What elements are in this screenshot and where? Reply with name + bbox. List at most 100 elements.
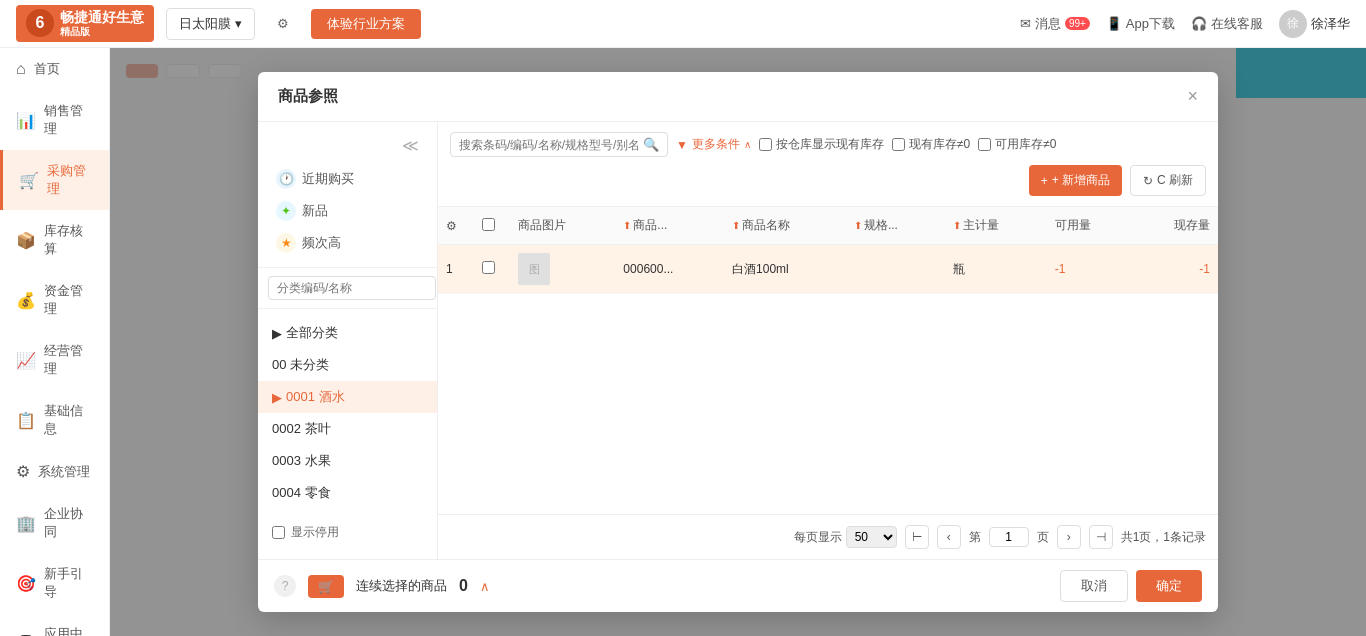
collapse-panel-button[interactable]: ≪ [394,132,427,159]
sidebar-item-system[interactable]: ⚙ 系统管理 [0,450,109,493]
sidebar-item-finance[interactable]: 💰 资金管理 [0,270,109,330]
category-cat0004[interactable]: 0004 零食 [258,477,437,509]
per-page-select[interactable]: 50 100 200 [846,526,897,548]
available-stock-checkbox[interactable] [978,138,991,151]
modal-footer: ? 🛒 连续选择的商品 0 ∧ 取消 确定 [258,559,1218,612]
category-cat0001[interactable]: ▶ 0001 酒水 [258,381,437,413]
brand-text: 畅捷通好生意 精品版 [60,9,144,38]
search-icon[interactable]: 🔍 [643,137,659,152]
quick-filter-frequent[interactable]: ★ 频次高 [268,227,427,259]
sidebar-label-enterprise: 企业协同 [44,505,93,541]
quick-filter-recent[interactable]: 🕐 近期购买 [268,163,427,195]
category-cat0005[interactable]: 0005 饮料 [258,509,437,516]
sidebar-item-guide[interactable]: 🎯 新手引导 [0,553,109,613]
last-page-button[interactable]: ⊣ [1089,525,1113,549]
nav-right: ✉ 消息 99+ 📱 App下载 🎧 在线客服 徐 徐泽华 [1020,10,1350,38]
modal-body: ≪ 🕐 近期购买 ✦ 新品 ★ 频次高 [258,122,1218,559]
cat0001-label: 0001 酒水 [286,388,345,406]
available-stock-label: 可用库存≠0 [995,136,1056,153]
table-body: 1 图 000600... [438,245,1218,294]
sidebar-label-guide: 新手引导 [44,565,93,601]
th-code[interactable]: ⬆ 商品... [615,207,724,245]
first-page-button[interactable]: ⊢ [905,525,929,549]
online-service-nav-item[interactable]: 🎧 在线客服 [1191,15,1263,33]
refresh-button[interactable]: ↻ C 刷新 [1130,165,1206,196]
all-arrow-icon: ▶ [272,326,282,341]
checkbox-filter-available-stock[interactable]: 可用库存≠0 [978,136,1056,153]
help-icon[interactable]: ? [274,575,296,597]
filter-icon: ▼ [676,138,688,152]
sort-icon: ⬆ [623,220,631,231]
messages-nav-item[interactable]: ✉ 消息 99+ [1020,15,1090,33]
topbar: 6 畅捷通好生意 精品版 日太阳膜 ▾ ⚙ 体验行业方案 ✉ 消息 99+ 📱 … [0,0,1366,48]
table-row[interactable]: 1 图 000600... [438,245,1218,294]
th-unit[interactable]: ⬆ 主计量 [945,207,1047,245]
cell-num: 1 [438,245,474,294]
sidebar-item-home[interactable]: ⌂ 首页 [0,48,109,90]
sidebar-item-inventory[interactable]: 📦 库存核算 [0,210,109,270]
message-icon: ✉ [1020,16,1031,31]
brand-name: 畅捷通好生意 [60,9,144,26]
footer-right: 取消 确定 [1060,570,1202,602]
modal-overlay: 商品参照 × ≪ 🕐 近期购买 [110,48,1366,636]
name-sort-icon: ⬆ [732,220,740,231]
modal-close-button[interactable]: × [1187,86,1198,107]
prev-page-button[interactable]: ‹ [937,525,961,549]
recent-label: 近期购买 [302,170,354,188]
show-disabled-label: 显示停用 [291,524,339,541]
quick-filter-new[interactable]: ✦ 新品 [268,195,427,227]
sidebar-item-sales[interactable]: 📊 销售管理 [0,90,109,150]
current-stock-checkbox[interactable] [892,138,905,151]
next-page-button[interactable]: › [1057,525,1081,549]
category-cat00[interactable]: 00 未分类 [258,349,437,381]
confirm-button[interactable]: 确定 [1136,570,1202,602]
row-checkbox[interactable] [482,261,495,274]
system-icon: ⚙ [16,462,30,481]
sidebar-item-apps[interactable]: 📱 应用中心 [0,613,109,636]
refresh-icon: ↻ [1143,174,1153,188]
sidebar-item-enterprise[interactable]: 🏢 企业协同 [0,493,109,553]
nav-dropdown[interactable]: 日太阳膜 ▾ [166,8,255,40]
settings-icon[interactable]: ⚙ [267,8,299,40]
sidebar-label-operations: 经营管理 [44,342,93,378]
sidebar-label-basic: 基础信息 [44,402,93,438]
inventory-icon: 📦 [16,231,36,250]
pagination: 每页显示 50 100 200 ⊢ ‹ 第 页 › [438,514,1218,559]
collapse-arrow-icon[interactable]: ∧ [480,579,490,594]
select-all-checkbox[interactable] [482,218,495,231]
th-settings: ⚙ [438,207,474,245]
show-disabled-checkbox[interactable] [272,526,285,539]
messages-badge: 99+ [1065,17,1090,30]
sidebar-item-operations[interactable]: 📈 经营管理 [0,330,109,390]
sidebar-label-sales: 销售管理 [44,102,93,138]
category-cat0003[interactable]: 0003 水果 [258,445,437,477]
checkbox-filter-current-stock[interactable]: 现有库存≠0 [892,136,970,153]
category-all[interactable]: ▶ 全部分类 [258,317,437,349]
cancel-button[interactable]: 取消 [1060,570,1128,602]
sidebar-label-inventory: 库存核算 [44,222,93,258]
category-search-input[interactable] [268,276,436,300]
show-disabled-area: 显示停用 [258,516,437,549]
app-download-nav-item[interactable]: 📱 App下载 [1106,15,1175,33]
checkbox-filter-warehouse[interactable]: 按仓库显示现有库存 [759,136,884,153]
column-settings-icon[interactable]: ⚙ [446,219,457,233]
category-cat0002[interactable]: 0002 茶叶 [258,413,437,445]
user-area[interactable]: 徐 徐泽华 [1279,10,1350,38]
sidebar-item-purchase[interactable]: 🛒 采购管理 [0,150,109,210]
spec-sort-icon: ⬆ [854,220,862,231]
warehouse-stock-checkbox[interactable] [759,138,772,151]
page-label: 第 [969,529,981,546]
total-info: 共1页，1条记录 [1121,529,1206,546]
page-number-input[interactable] [989,527,1029,547]
refresh-label: C 刷新 [1157,172,1193,189]
product-search-input[interactable] [459,138,639,152]
th-name[interactable]: ⬆ 商品名称 [724,207,846,245]
th-spec[interactable]: ⬆ 规格... [846,207,945,245]
modal-title: 商品参照 [278,87,338,106]
cta-button[interactable]: 体验行业方案 [311,9,421,39]
sidebar-item-basic[interactable]: 📋 基础信息 [0,390,109,450]
add-product-button[interactable]: + + 新增商品 [1029,165,1122,196]
modal: 商品参照 × ≪ 🕐 近期购买 [258,72,1218,612]
cart-button[interactable]: 🛒 [308,575,344,598]
more-filter-button[interactable]: ▼ 更多条件 ∧ [676,136,751,153]
